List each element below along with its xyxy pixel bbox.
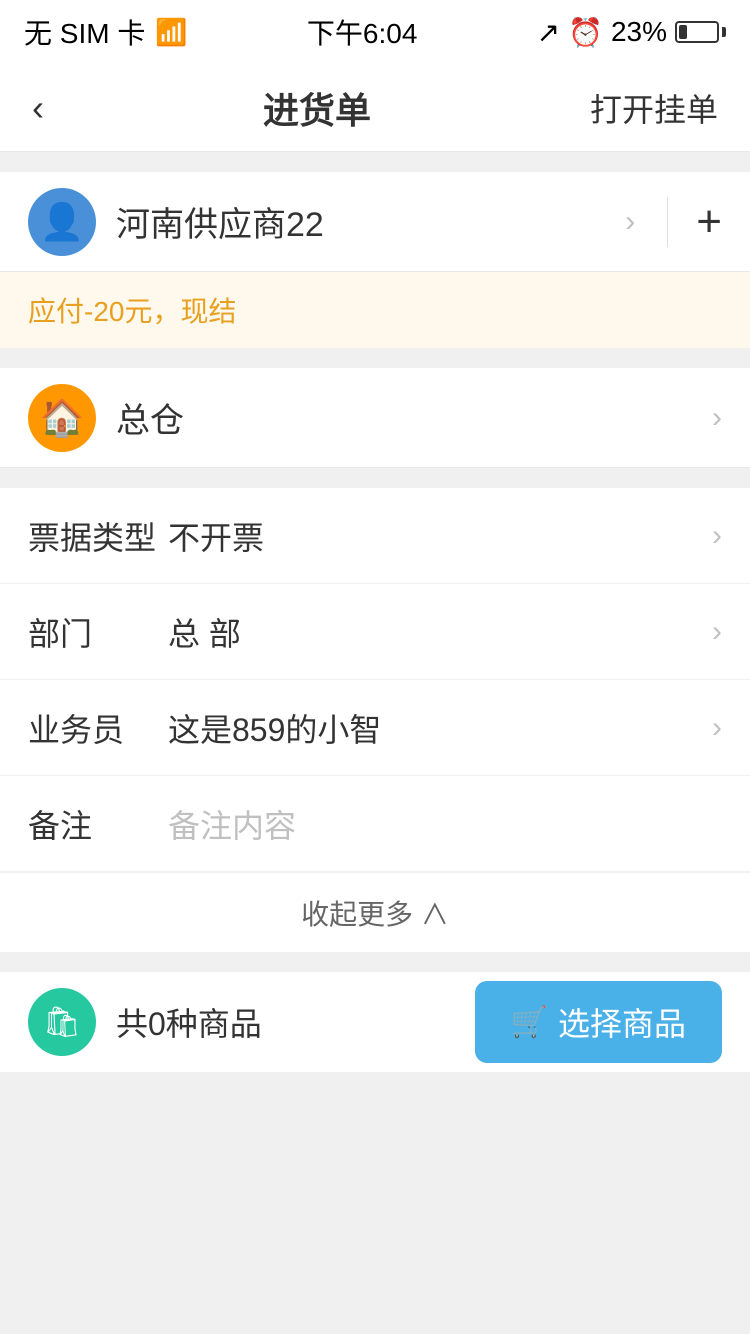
cart-icon: 🛒	[511, 1005, 548, 1040]
staff-label: 业务员	[28, 705, 168, 751]
product-icon: 🛍	[43, 1005, 81, 1040]
page-content: 👤 河南供应商22 › + 应付-20元，现结 🏠 总仓 › 票据类型 不开票 …	[0, 152, 750, 1334]
user-icon: 👤	[40, 201, 85, 243]
supplier-arrow-icon: ›	[625, 205, 635, 239]
department-value: 总 部	[168, 609, 712, 655]
warehouse-icon: 🏠	[40, 397, 85, 439]
supplier-divider	[667, 197, 668, 247]
status-right: ↗ ⏰ 23%	[537, 16, 726, 49]
select-btn-label: 选择商品	[558, 999, 686, 1045]
nav-bar: ‹ 进货单 打开挂单	[0, 64, 750, 152]
alarm-icon: ⏰	[568, 16, 603, 49]
remark-placeholder: 备注内容	[168, 801, 722, 847]
status-left: 无 SIM 卡 📶	[24, 12, 188, 52]
section-gap-1	[0, 152, 750, 172]
invoice-type-label: 票据类型	[28, 513, 168, 559]
supplier-avatar: 👤	[28, 188, 96, 256]
product-icon-wrap: 🛍	[28, 988, 96, 1056]
department-arrow-icon: ›	[712, 615, 722, 649]
page-title: 进货单	[263, 82, 371, 134]
battery-percent: 23%	[611, 16, 667, 48]
open-pending-button[interactable]: 打开挂单	[590, 85, 718, 131]
battery-indicator	[675, 21, 726, 43]
staff-arrow-icon: ›	[712, 711, 722, 745]
department-label: 部门	[28, 609, 168, 655]
bottom-bar: 🛍 共0种商品 🛒 选择商品	[0, 972, 750, 1072]
location-icon: ↗	[537, 16, 560, 49]
status-bar: 无 SIM 卡 📶 下午6:04 ↗ ⏰ 23%	[0, 0, 750, 64]
supplier-name: 河南供应商22	[116, 197, 625, 246]
select-product-button[interactable]: 🛒 选择商品	[475, 981, 722, 1063]
collapse-label: 收起更多 ∧	[301, 893, 449, 933]
wifi-icon: 📶	[155, 17, 187, 48]
carrier-text: 无 SIM 卡	[24, 12, 145, 52]
warehouse-row[interactable]: 🏠 总仓 ›	[0, 368, 750, 468]
status-time: 下午6:04	[307, 12, 418, 52]
remark-row[interactable]: 备注 备注内容	[0, 776, 750, 872]
warehouse-arrow-icon: ›	[712, 401, 722, 435]
invoice-arrow-icon: ›	[712, 519, 722, 553]
invoice-type-row[interactable]: 票据类型 不开票 ›	[0, 488, 750, 584]
add-supplier-button[interactable]: +	[696, 197, 722, 247]
notice-text: 应付-20元，现结	[28, 296, 236, 327]
staff-row[interactable]: 业务员 这是859的小智 ›	[0, 680, 750, 776]
collapse-row[interactable]: 收起更多 ∧	[0, 872, 750, 952]
product-count: 共0种商品	[116, 999, 475, 1045]
warehouse-icon-wrap: 🏠	[28, 384, 96, 452]
invoice-type-value: 不开票	[168, 513, 712, 559]
staff-value: 这是859的小智	[168, 705, 712, 751]
warehouse-name: 总仓	[116, 393, 712, 442]
department-row[interactable]: 部门 总 部 ›	[0, 584, 750, 680]
notice-banner: 应付-20元，现结	[0, 272, 750, 348]
remark-label: 备注	[28, 801, 168, 847]
supplier-row[interactable]: 👤 河南供应商22 › +	[0, 172, 750, 272]
back-button[interactable]: ‹	[32, 87, 44, 129]
form-section: 票据类型 不开票 › 部门 总 部 › 业务员 这是859的小智 › 备注 备注…	[0, 488, 750, 952]
